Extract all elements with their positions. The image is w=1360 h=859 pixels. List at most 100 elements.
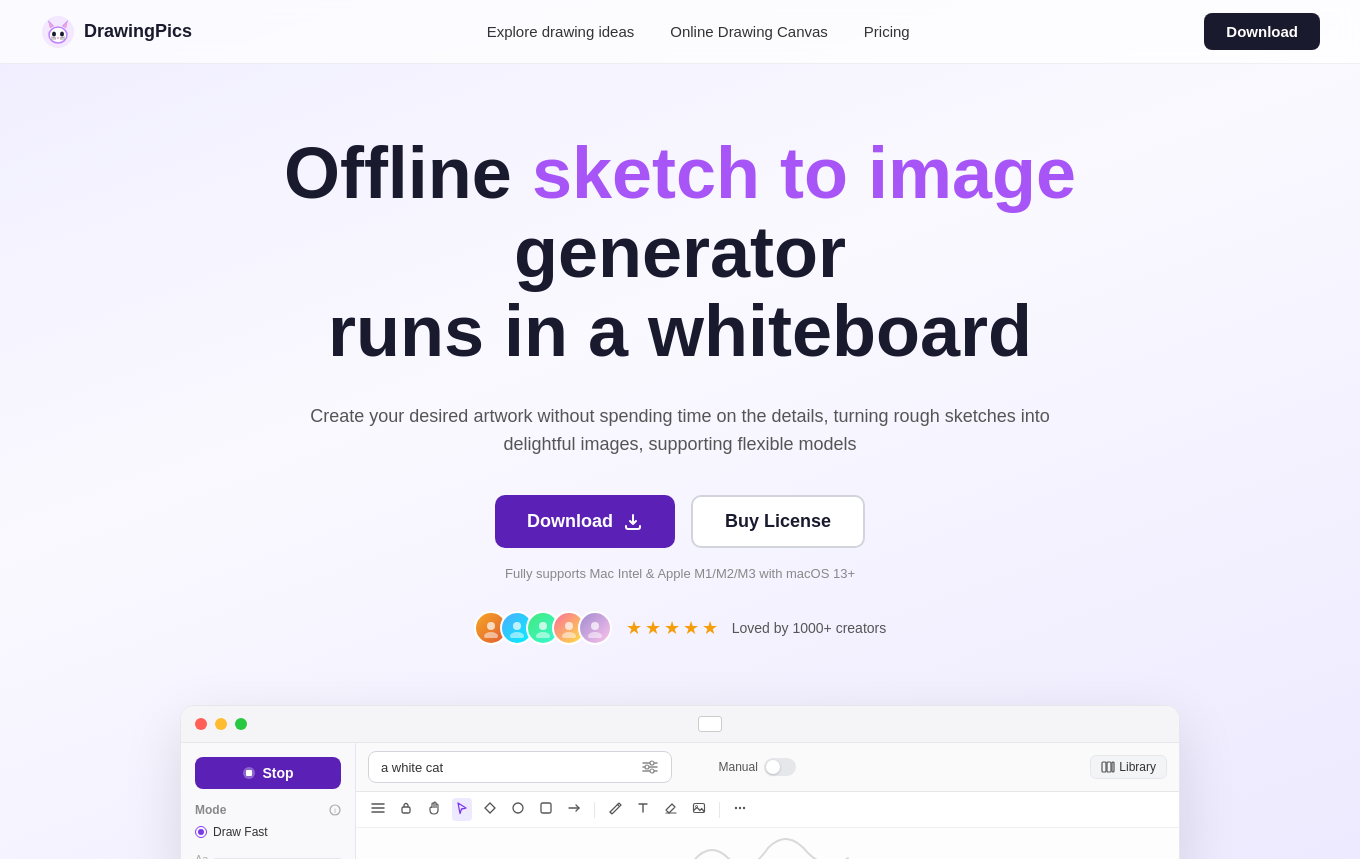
eraser-tool-icon[interactable]	[661, 798, 681, 821]
star-3: ★	[664, 617, 680, 639]
manual-toggle[interactable]: Manual	[718, 758, 795, 776]
logo-link[interactable]: DrawingPics	[40, 14, 192, 50]
hero-title-part1: Offline	[284, 133, 532, 213]
star-4: ★	[683, 617, 699, 639]
svg-point-40	[513, 803, 523, 813]
svg-point-46	[735, 807, 737, 809]
avatars	[474, 611, 612, 645]
more-tools-icon[interactable]	[730, 798, 750, 821]
main-nav: Explore drawing ideas Online Drawing Can…	[487, 23, 910, 40]
hero-license-button[interactable]: Buy License	[691, 495, 865, 548]
svg-point-22	[588, 632, 602, 638]
hero-title-part3: runs in a whiteboard	[328, 291, 1032, 371]
svg-point-6	[52, 31, 56, 36]
arrow-tool-icon[interactable]	[564, 798, 584, 821]
app-sidebar: Stop Mode i Draw Fast Aa	[181, 743, 356, 859]
svg-rect-33	[1102, 762, 1106, 772]
social-proof: ★ ★ ★ ★ ★ Loved by 1000+ creators	[474, 611, 887, 645]
lock-tool-icon[interactable]	[396, 798, 416, 821]
svg-point-32	[650, 769, 654, 773]
settings-sliders-icon[interactable]	[641, 758, 659, 776]
divider-2	[719, 802, 720, 818]
nav-explore[interactable]: Explore drawing ideas	[487, 23, 635, 40]
star-1: ★	[626, 617, 642, 639]
support-text: Fully supports Mac Intel & Apple M1/M2/M…	[505, 566, 855, 581]
hero-title-part2: generator	[514, 212, 846, 292]
text-tool-icon[interactable]	[633, 798, 653, 821]
hero-download-button[interactable]: Download	[495, 495, 675, 548]
cursor-tool-icon[interactable]	[452, 798, 472, 821]
app-preview: Stop Mode i Draw Fast Aa	[180, 705, 1180, 859]
prompt-text: a white cat	[381, 760, 633, 775]
navbar-download-button[interactable]: Download	[1204, 13, 1320, 50]
svg-point-1	[49, 27, 67, 43]
hand-tool-icon[interactable]	[424, 798, 444, 821]
draw-fast-option[interactable]: Draw Fast	[195, 825, 341, 839]
hero-subtitle: Create your desired artwork without spen…	[310, 402, 1050, 460]
font-size-label: Aa	[195, 853, 208, 859]
svg-text:i: i	[334, 807, 336, 814]
svg-point-17	[539, 622, 547, 630]
traffic-light-red[interactable]	[195, 718, 207, 730]
canvas-area[interactable]: To move canvas, hold mouse wheel or spac…	[356, 828, 1179, 859]
nav-canvas[interactable]: Online Drawing Canvas	[670, 23, 828, 40]
hero-download-label: Download	[527, 511, 613, 532]
prompt-bar[interactable]: a white cat	[368, 751, 672, 783]
stop-label: Stop	[262, 765, 293, 781]
info-icon: i	[329, 804, 341, 816]
font-size-section: Aa	[195, 853, 341, 859]
svg-point-19	[565, 622, 573, 630]
hero-title: Offline sketch to image generator runs i…	[284, 134, 1076, 372]
hero-title-highlight: sketch to image	[532, 133, 1076, 213]
app-body: Stop Mode i Draw Fast Aa	[181, 743, 1179, 859]
svg-point-15	[513, 622, 521, 630]
star-2: ★	[645, 617, 661, 639]
stop-button[interactable]: Stop	[195, 757, 341, 789]
svg-point-48	[743, 807, 745, 809]
svg-rect-34	[1107, 762, 1111, 772]
traffic-light-yellow[interactable]	[215, 718, 227, 730]
rect-tool-icon[interactable]	[536, 798, 556, 821]
svg-point-16	[510, 632, 524, 638]
svg-point-13	[487, 622, 495, 630]
library-icon	[1101, 760, 1115, 774]
menu-tool-icon[interactable]	[368, 798, 388, 821]
window-expand-icon	[698, 716, 722, 732]
svg-point-20	[562, 632, 576, 638]
mode-section: Mode i Draw Fast	[195, 803, 341, 839]
app-toolbar: a white cat Manual	[356, 743, 1179, 792]
diamond-tool-icon[interactable]	[480, 798, 500, 821]
svg-rect-44	[694, 804, 705, 813]
sketch-preview	[668, 828, 868, 859]
image-tool-icon[interactable]	[689, 798, 709, 821]
pencil-tool-icon[interactable]	[605, 798, 625, 821]
svg-rect-24	[246, 770, 252, 776]
nav-pricing[interactable]: Pricing	[864, 23, 910, 40]
divider	[594, 802, 595, 818]
svg-rect-35	[1112, 762, 1114, 772]
library-button[interactable]: Library	[1090, 755, 1167, 779]
traffic-light-green[interactable]	[235, 718, 247, 730]
stars-rating: ★ ★ ★ ★ ★	[626, 617, 718, 639]
social-proof-text: Loved by 1000+ creators	[732, 620, 887, 636]
toggle-thumb	[766, 760, 780, 774]
download-icon	[623, 512, 643, 532]
library-label: Library	[1119, 760, 1156, 774]
canvas-tools	[356, 792, 1179, 828]
svg-point-31	[645, 765, 649, 769]
svg-point-8	[57, 37, 60, 39]
svg-rect-39	[402, 807, 410, 813]
navbar-actions: Download	[1204, 13, 1320, 50]
hero-section: Offline sketch to image generator runs i…	[0, 64, 1360, 685]
ellipse-tool-icon[interactable]	[508, 798, 528, 821]
mode-label: Mode	[195, 803, 226, 817]
svg-rect-41	[541, 803, 551, 813]
toggle-track[interactable]	[764, 758, 796, 776]
navbar: DrawingPics Explore drawing ideas Online…	[0, 0, 1360, 64]
app-main: a white cat Manual	[356, 743, 1179, 859]
logo-icon	[40, 14, 76, 50]
svg-point-47	[739, 807, 741, 809]
hero-buttons: Download Buy License	[495, 495, 865, 548]
logo-text: DrawingPics	[84, 21, 192, 42]
stop-icon	[242, 766, 256, 780]
